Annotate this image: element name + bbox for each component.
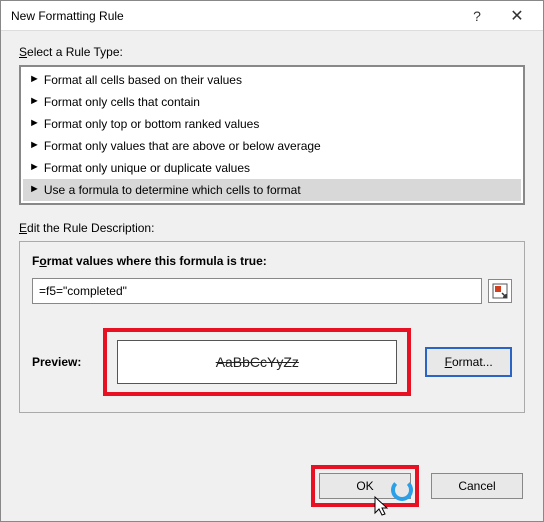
format-button[interactable]: Format... — [425, 347, 512, 377]
rule-type-label: Select a Rule Type: — [19, 45, 525, 59]
titlebar: New Formatting Rule ? ✕ — [1, 1, 543, 31]
rule-type-list: ► Format all cells based on their values… — [19, 65, 525, 205]
formula-row — [32, 278, 512, 304]
bullet-icon: ► — [29, 183, 40, 195]
bullet-icon: ► — [29, 73, 40, 85]
bullet-icon: ► — [29, 161, 40, 173]
dialog-buttons: OK Cancel — [311, 465, 523, 507]
help-button[interactable]: ? — [457, 2, 497, 30]
cancel-button[interactable]: Cancel — [431, 473, 523, 499]
range-selector-button[interactable] — [488, 279, 512, 303]
rule-type-text: Format only top or bottom ranked values — [44, 117, 259, 131]
formula-title: Format values where this formula is true… — [32, 254, 512, 268]
edit-description-label: Edit the Rule Description: — [19, 221, 525, 235]
preview-label: Preview: — [32, 355, 89, 369]
rule-type-text: Format all cells based on their values — [44, 73, 242, 87]
preview-highlight: AaBbCcYyZz — [103, 328, 411, 396]
window-title: New Formatting Rule — [11, 9, 457, 23]
rule-type-item[interactable]: ► Format only values that are above or b… — [23, 135, 521, 157]
rule-type-item[interactable]: ► Format only unique or duplicate values — [23, 157, 521, 179]
rule-type-text: Use a formula to determine which cells t… — [44, 183, 301, 197]
range-selector-icon — [492, 283, 508, 299]
ok-button[interactable]: OK — [319, 473, 411, 499]
close-button[interactable]: ✕ — [497, 2, 537, 30]
bullet-icon: ► — [29, 139, 40, 151]
rule-type-text: Format only values that are above or bel… — [44, 139, 321, 153]
formula-input[interactable] — [32, 278, 482, 304]
dialog-new-formatting-rule: New Formatting Rule ? ✕ Select a Rule Ty… — [0, 0, 544, 522]
preview-sample: AaBbCcYyZz — [117, 340, 397, 384]
dialog-body: Select a Rule Type: ► Format all cells b… — [1, 31, 543, 423]
rule-type-item[interactable]: ► Format all cells based on their values — [23, 69, 521, 91]
bullet-icon: ► — [29, 95, 40, 107]
ok-highlight: OK — [311, 465, 419, 507]
rule-type-item[interactable]: ► Format only cells that contain — [23, 91, 521, 113]
rule-type-item[interactable]: ► Use a formula to determine which cells… — [23, 179, 521, 201]
bullet-icon: ► — [29, 117, 40, 129]
rule-type-text: Format only unique or duplicate values — [44, 161, 250, 175]
preview-row: Preview: AaBbCcYyZz Format... — [32, 328, 512, 396]
rule-type-item[interactable]: ► Format only top or bottom ranked value… — [23, 113, 521, 135]
description-box: Format values where this formula is true… — [19, 241, 525, 413]
rule-type-text: Format only cells that contain — [44, 95, 200, 109]
